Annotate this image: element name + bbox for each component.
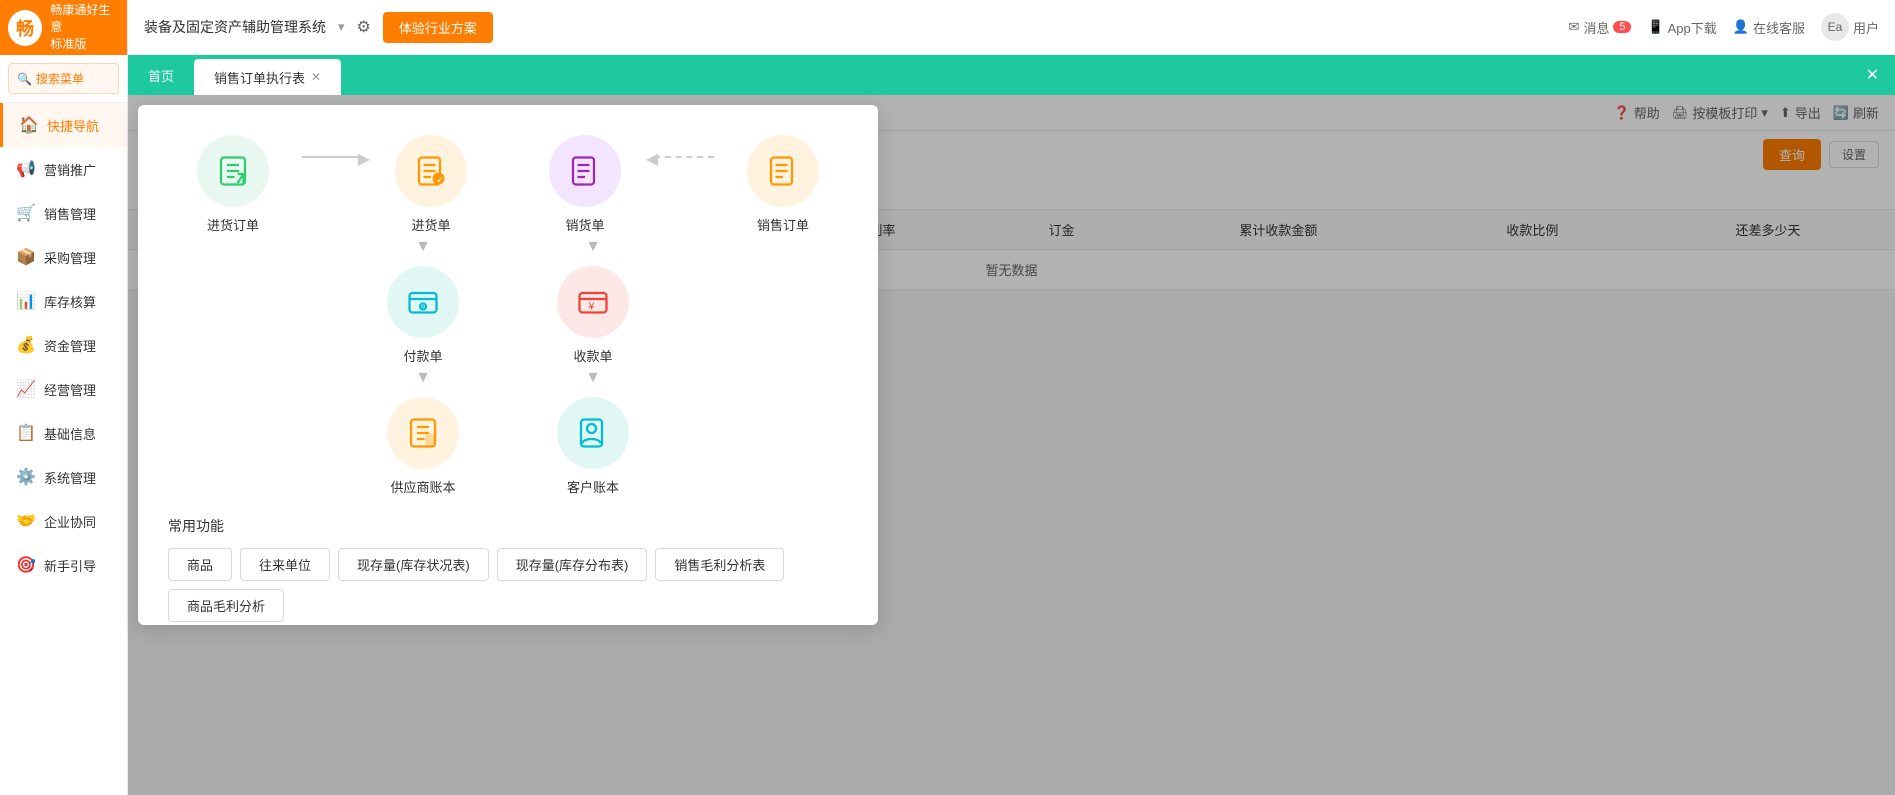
flow-item-payment-bill[interactable]: ¥ 付款单 [358, 266, 488, 365]
sidebar-item-operations[interactable]: 📈 经营管理 [0, 367, 127, 411]
svg-text:✓: ✓ [436, 175, 444, 185]
func-btn-inventory-status[interactable]: 现存量(库存状况表) [338, 548, 489, 581]
guide-icon: 🎯 [16, 555, 36, 575]
header: 装备及固定资产辅助管理系统 ▾ ⚙ 体验行业方案 ✉ 消息 5 📱 App下载 … [128, 0, 1895, 55]
header-right: ✉ 消息 5 📱 App下载 👤 在线客服 Ea 用户 [1569, 13, 1879, 41]
sidebar-item-marketing[interactable]: 📢 营销推广 [0, 147, 127, 191]
sidebar-menu: 🏠 快捷导航 📢 营销推广 🛒 销售管理 📦 采购管理 📊 库存核算 💰 资金管… [0, 103, 127, 795]
settings-icon[interactable]: ⚙ [357, 17, 371, 37]
sales-order-circle[interactable] [747, 135, 819, 207]
flow-row-5: 供应商账本 客户账本 [168, 397, 848, 496]
basic-info-icon: 📋 [16, 423, 36, 443]
func-btn-inventory-dist[interactable]: 现存量(库存分布表) [497, 548, 648, 581]
purchase-order-label: 进货订单 [207, 215, 259, 234]
tabbar-close-button[interactable]: ✕ [1850, 55, 1895, 95]
logo-text: 畅康通好生意 标准版 [50, 2, 119, 52]
flow-item-sales-order[interactable]: 销售订单 [718, 135, 848, 234]
quick-nav-icon: 🏠 [19, 115, 39, 135]
sidebar-search-area: 🔍 搜索菜单 [0, 55, 127, 103]
sidebar-item-inventory[interactable]: 📊 库存核算 [0, 279, 127, 323]
flow-item-customer-account[interactable]: 客户账本 [528, 397, 658, 496]
payment-bill-circle[interactable]: ¥ [387, 266, 459, 338]
receipt-bill-circle[interactable]: ¥ [557, 266, 629, 338]
trial-button[interactable]: 体验行业方案 [383, 12, 493, 43]
flow-diagram: 进货订单 ▶ [168, 135, 848, 496]
receipt-bill-label: 收款单 [573, 346, 612, 365]
common-functions-area: 常用功能 商品 往来单位 现存量(库存状况表) 现存量(库存分布表) 销售毛利分… [168, 516, 848, 625]
enterprise-icon: 🤝 [16, 511, 36, 531]
arrow-purchase-bill-down: ▼ [415, 238, 431, 258]
func-btn-product[interactable]: 商品 [168, 548, 232, 581]
user-menu[interactable]: Ea 用户 [1821, 13, 1879, 41]
system-dropdown-icon[interactable]: ▾ [338, 19, 345, 35]
sidebar-item-sales[interactable]: 🛒 销售管理 [0, 191, 127, 235]
flow-modal: 进货订单 ▶ [138, 105, 878, 625]
flow-arrows-row-2: ▼ ▼ [168, 234, 848, 262]
func-btn-partner[interactable]: 往来单位 [240, 548, 330, 581]
finance-icon: 💰 [16, 335, 36, 355]
sales-order-label: 销售订单 [757, 215, 809, 234]
flow-item-receipt-bill[interactable]: ¥ 收款单 [528, 266, 658, 365]
online-service-button[interactable]: 👤 在线客服 [1733, 18, 1805, 37]
sidebar-item-finance[interactable]: 💰 资金管理 [0, 323, 127, 367]
arrow-sales-order-to-bill-dashed: ◀ [650, 156, 718, 186]
sales-bill-label: 销货单 [565, 215, 604, 234]
purchase-icon: 📦 [16, 247, 36, 267]
search-menu-button[interactable]: 🔍 搜索菜单 [8, 63, 119, 94]
purchase-bill-label: 进货单 [411, 215, 450, 234]
flow-arrows-row-4: ▼ ▼ [168, 365, 848, 393]
supplier-account-label: 供应商账本 [390, 477, 455, 496]
sidebar-item-guide[interactable]: 🎯 新手引导 [0, 543, 127, 587]
sidebar-logo: 畅 畅康通好生意 标准版 [0, 0, 127, 55]
arrow-sales-bill-down: ▼ [585, 238, 601, 258]
customer-account-circle[interactable] [557, 397, 629, 469]
message-icon: ✉ [1569, 19, 1580, 35]
func-btn-product-profit[interactable]: 商品毛利分析 [168, 589, 284, 622]
tab-home[interactable]: 首页 [128, 55, 194, 95]
payment-bill-label: 付款单 [403, 346, 442, 365]
flow-item-sales-bill[interactable]: 销货单 [520, 135, 650, 234]
app-download-button[interactable]: 📱 App下载 [1647, 18, 1716, 37]
flow-row-3: ¥ 付款单 ¥ 收款单 [168, 266, 848, 365]
flow-item-purchase-bill[interactable]: ✓ 进货单 [366, 135, 496, 234]
tab-close-icon[interactable]: ✕ [311, 70, 321, 84]
sales-bill-circle[interactable] [549, 135, 621, 207]
arrow-purchase-order-to-bill: ▶ [298, 156, 366, 186]
logo-icon: 畅 [8, 10, 42, 46]
marketing-icon: 📢 [16, 159, 36, 179]
sidebar-item-enterprise[interactable]: 🤝 企业协同 [0, 499, 127, 543]
arrow-receipt-down: ▼ [585, 369, 601, 389]
func-buttons-row-1: 商品 往来单位 现存量(库存状况表) 现存量(库存分布表) 销售毛利分析表 商品… [168, 548, 848, 622]
sidebar-item-system[interactable]: ⚙️ 系统管理 [0, 455, 127, 499]
operations-icon: 📈 [16, 379, 36, 399]
download-icon: 📱 [1647, 19, 1663, 35]
search-icon: 🔍 [17, 72, 32, 86]
tab-sales-order-execution[interactable]: 销售订单执行表 ✕ [194, 59, 341, 95]
sidebar-item-quick-nav[interactable]: 🏠 快捷导航 [0, 103, 127, 147]
flow-item-supplier-account[interactable]: 供应商账本 [358, 397, 488, 496]
system-title: 装备及固定资产辅助管理系统 [144, 17, 326, 37]
message-badge: 5 [1613, 21, 1631, 33]
tabbar: 首页 销售订单执行表 ✕ ✕ [128, 55, 1895, 95]
system-icon: ⚙️ [16, 467, 36, 487]
sidebar-item-purchase[interactable]: 📦 采购管理 [0, 235, 127, 279]
func-btn-sales-profit[interactable]: 销售毛利分析表 [655, 548, 784, 581]
customer-account-label: 客户账本 [567, 477, 619, 496]
purchase-bill-circle[interactable]: ✓ [395, 135, 467, 207]
arrow-payment-down: ▼ [415, 369, 431, 389]
avatar: Ea [1821, 13, 1849, 41]
sales-icon: 🛒 [16, 203, 36, 223]
sidebar-item-basic-info[interactable]: 📋 基础信息 [0, 411, 127, 455]
supplier-account-circle[interactable] [387, 397, 459, 469]
common-functions-title: 常用功能 [168, 516, 848, 536]
purchase-order-circle[interactable] [197, 135, 269, 207]
modal-overlay: 进货订单 ▶ [128, 95, 1895, 795]
message-button[interactable]: ✉ 消息 5 [1569, 18, 1632, 37]
service-icon: 👤 [1733, 19, 1749, 35]
inventory-icon: 📊 [16, 291, 36, 311]
svg-text:¥: ¥ [588, 301, 595, 313]
flow-item-purchase-order[interactable]: 进货订单 [168, 135, 298, 234]
sidebar: 畅 畅康通好生意 标准版 🔍 搜索菜单 🏠 快捷导航 📢 营销推广 🛒 销售管理… [0, 0, 128, 795]
flow-row-1: 进货订单 ▶ [168, 135, 848, 234]
